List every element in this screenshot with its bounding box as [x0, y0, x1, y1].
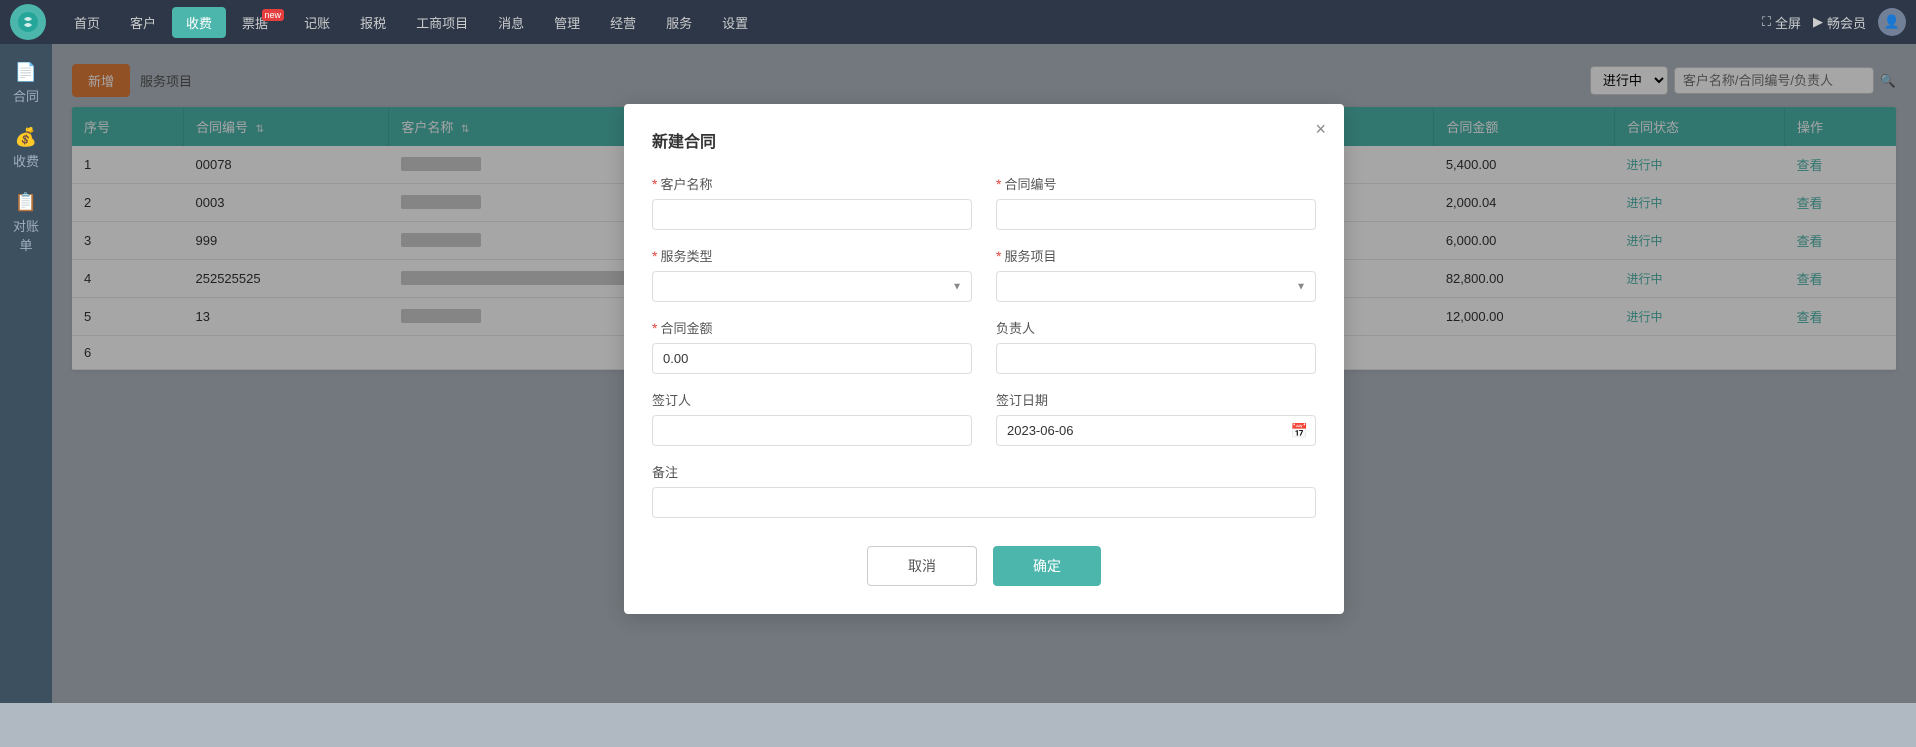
- remarks-input[interactable]: [652, 487, 1316, 518]
- service-item-field: * 服务项目 ▼: [996, 246, 1316, 302]
- nav-customer[interactable]: 客户: [116, 7, 170, 38]
- nav-messages[interactable]: 消息: [484, 7, 538, 38]
- contract-amount-label: * 合同金额: [652, 318, 972, 337]
- nav-service[interactable]: 服务: [652, 7, 706, 38]
- nav-business[interactable]: 工商项目: [402, 7, 482, 38]
- statement-icon: 📋: [15, 192, 37, 213]
- responsible-person-label: 负责人: [996, 318, 1316, 337]
- contract-no-field: * 合同编号: [996, 174, 1316, 230]
- contract-icon: 📄: [15, 62, 37, 83]
- remarks-label: 备注: [652, 462, 1316, 481]
- service-type-field: * 服务类型 ▼: [652, 246, 972, 302]
- contract-no-label: * 合同编号: [996, 174, 1316, 193]
- member-button[interactable]: ▶ 畅会员: [1813, 13, 1866, 32]
- modal-close-button[interactable]: ×: [1315, 120, 1326, 138]
- sign-date-wrap: 📅: [996, 415, 1316, 446]
- modal-overlay: 新建合同 × * 客户名称 * 合同编号 *: [52, 44, 1916, 703]
- sign-date-input[interactable]: [996, 415, 1316, 446]
- fees-icon: 💰: [15, 127, 37, 148]
- remarks-field: 备注: [652, 462, 1316, 518]
- required-star: *: [996, 248, 1001, 264]
- signer-input[interactable]: [652, 415, 972, 446]
- nav-right: ⛶ 全屏 ▶ 畅会员 👤: [1762, 8, 1906, 36]
- nav-fees[interactable]: 收费: [172, 7, 226, 38]
- left-sidebar: 📄 合同 💰 收费 📋 对账单: [0, 44, 52, 703]
- nav-settings[interactable]: 设置: [708, 7, 762, 38]
- responsible-person-field: 负责人: [996, 318, 1316, 374]
- nav-operations[interactable]: 经营: [596, 7, 650, 38]
- service-type-label: * 服务类型: [652, 246, 972, 265]
- new-badge: new: [262, 9, 285, 21]
- signer-field: 签订人: [652, 390, 972, 446]
- responsible-person-input[interactable]: [996, 343, 1316, 374]
- top-navigation: 首页 客户 收费 票据 new 记账 报税 工商项目 消息 管理 经营 服务 设…: [0, 0, 1916, 44]
- modal-title: 新建合同: [652, 128, 1316, 152]
- contract-amount-field: * 合同金额: [652, 318, 972, 374]
- customer-name-field: * 客户名称: [652, 174, 972, 230]
- sidebar-item-contract[interactable]: 📄 合同: [2, 54, 50, 113]
- required-star: *: [652, 248, 657, 264]
- calendar-icon[interactable]: 📅: [1291, 422, 1308, 439]
- app-logo: [10, 4, 46, 40]
- fullscreen-icon: ⛶: [1762, 14, 1771, 30]
- nav-manage[interactable]: 管理: [540, 7, 594, 38]
- nav-items: 首页 客户 收费 票据 new 记账 报税 工商项目 消息 管理 经营 服务 设…: [60, 7, 1762, 38]
- play-icon: ▶: [1813, 14, 1823, 30]
- sidebar-item-statement[interactable]: 📋 对账单: [2, 184, 50, 262]
- required-star: *: [996, 176, 1001, 192]
- sign-date-field: 签订日期 📅: [996, 390, 1316, 446]
- nav-tickets[interactable]: 票据 new: [228, 7, 288, 38]
- service-item-select[interactable]: [996, 271, 1316, 302]
- user-avatar[interactable]: 👤: [1878, 8, 1906, 36]
- contract-amount-input[interactable]: [652, 343, 972, 374]
- customer-name-label: * 客户名称: [652, 174, 972, 193]
- service-type-select[interactable]: [652, 271, 972, 302]
- signer-label: 签订人: [652, 390, 972, 409]
- nav-home[interactable]: 首页: [60, 7, 114, 38]
- new-contract-modal: 新建合同 × * 客户名称 * 合同编号 *: [624, 104, 1344, 614]
- sidebar-item-fees[interactable]: 💰 收费: [2, 119, 50, 178]
- nav-bookkeeping[interactable]: 记账: [290, 7, 344, 38]
- required-star: *: [652, 176, 657, 192]
- service-item-label: * 服务项目: [996, 246, 1316, 265]
- nav-tax[interactable]: 报税: [346, 7, 400, 38]
- service-item-select-wrap: ▼: [996, 271, 1316, 302]
- sign-date-label: 签订日期: [996, 390, 1316, 409]
- confirm-button[interactable]: 确定: [993, 546, 1101, 586]
- customer-name-input[interactable]: [652, 199, 972, 230]
- required-star: *: [652, 320, 657, 336]
- service-type-select-wrap: ▼: [652, 271, 972, 302]
- contract-no-input[interactable]: [996, 199, 1316, 230]
- contract-form: * 客户名称 * 合同编号 * 服务类型: [652, 174, 1316, 518]
- avatar-icon: 👤: [1884, 14, 1900, 30]
- cancel-button[interactable]: 取消: [867, 546, 977, 586]
- modal-footer: 取消 确定: [652, 546, 1316, 586]
- fullscreen-button[interactable]: ⛶ 全屏: [1762, 13, 1801, 32]
